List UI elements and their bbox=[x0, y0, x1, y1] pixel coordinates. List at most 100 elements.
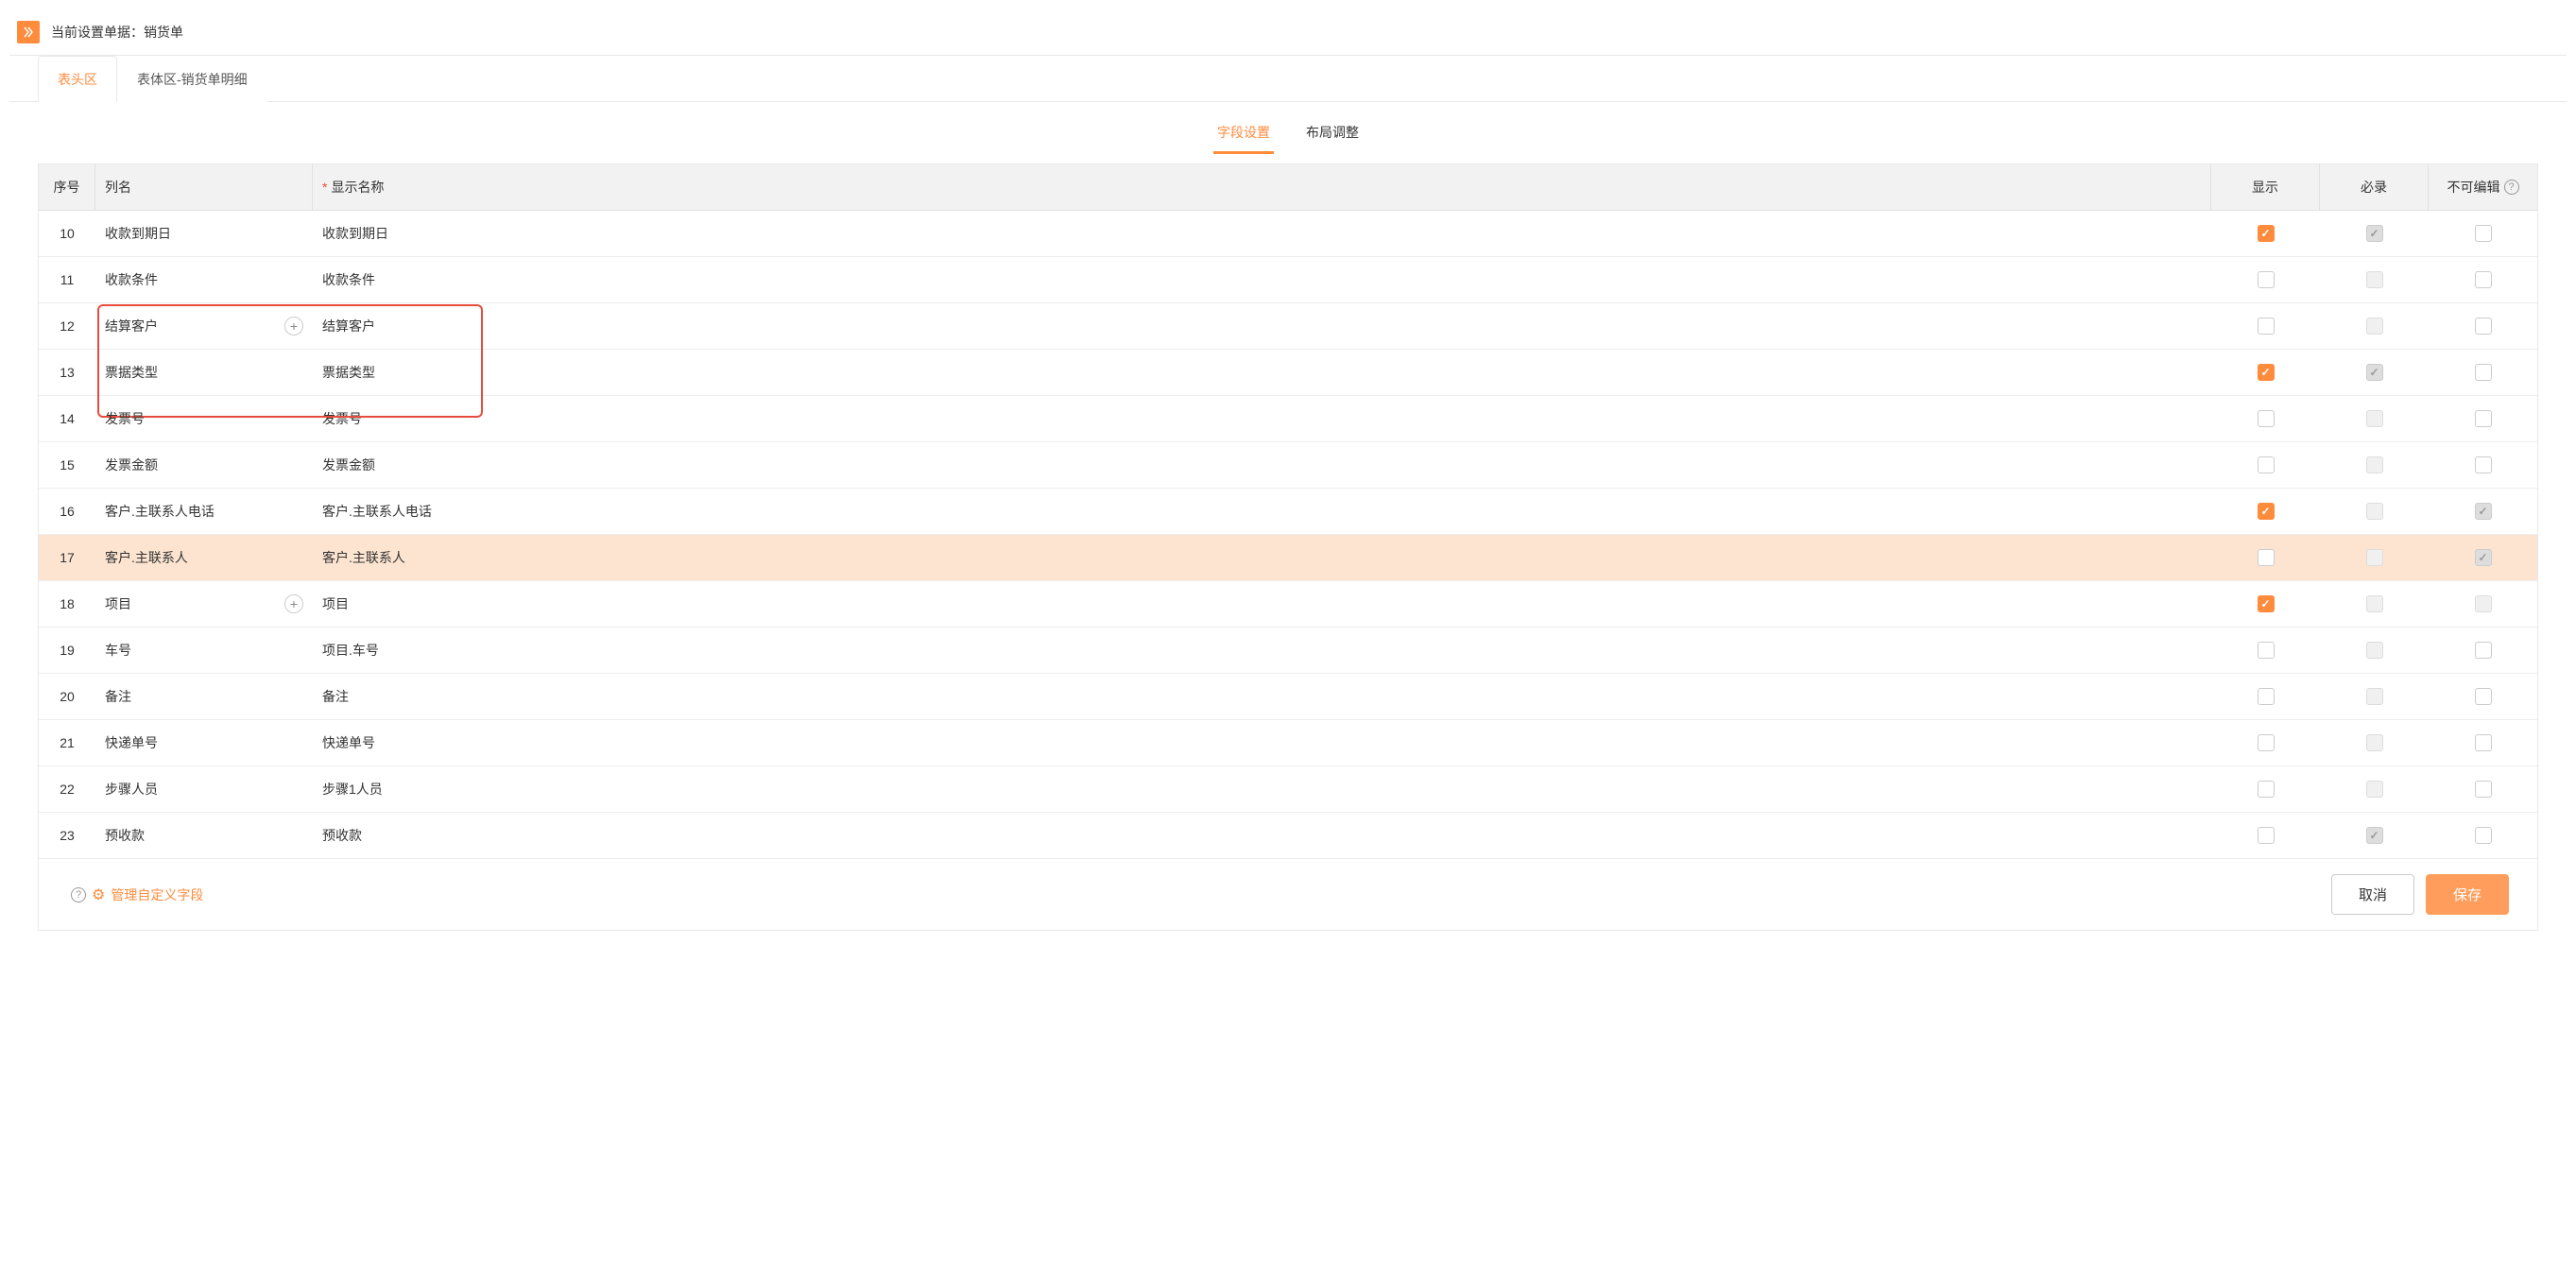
checkbox-required bbox=[2366, 271, 2383, 288]
checkbox-show[interactable] bbox=[2258, 271, 2275, 288]
checkbox-noedit[interactable] bbox=[2475, 827, 2492, 844]
cell-display-name[interactable]: 预收款 bbox=[313, 813, 2211, 858]
checkbox-required bbox=[2366, 781, 2383, 798]
checkbox-noedit bbox=[2475, 595, 2492, 612]
field-table: 序号 列名 * 显示名称 显示 必录 不可编辑 ? 10收款到期日收款到期日11… bbox=[38, 163, 2538, 859]
footer-right: 取消 保存 bbox=[2331, 874, 2509, 915]
cell-seq: 23 bbox=[39, 813, 95, 858]
checkbox-noedit[interactable] bbox=[2475, 410, 2492, 427]
cell-name: 发票号 bbox=[95, 396, 313, 441]
checkbox-show[interactable] bbox=[2258, 688, 2275, 705]
checkbox-required bbox=[2366, 688, 2383, 705]
checkbox-required bbox=[2366, 734, 2383, 751]
save-button[interactable]: 保存 bbox=[2426, 874, 2509, 915]
checkbox-show[interactable] bbox=[2258, 225, 2275, 242]
gear-icon: ⚙ bbox=[92, 885, 105, 904]
checkbox-noedit[interactable] bbox=[2475, 225, 2492, 242]
header-bar: 当前设置单据：销货单 bbox=[9, 9, 2567, 56]
help-icon[interactable]: ? bbox=[71, 887, 86, 902]
checkbox-show[interactable] bbox=[2258, 781, 2275, 798]
checkbox-noedit[interactable] bbox=[2475, 364, 2492, 381]
tab-1[interactable]: 表体区-销货单明细 bbox=[117, 56, 267, 102]
main-tabs: 表头区表体区-销货单明细 bbox=[9, 55, 2567, 102]
cell-seq: 11 bbox=[39, 257, 95, 302]
cell-seq: 13 bbox=[39, 350, 95, 395]
plus-icon[interactable]: + bbox=[284, 594, 303, 613]
checkbox-noedit[interactable] bbox=[2475, 642, 2492, 659]
checkbox-required bbox=[2366, 642, 2383, 659]
cancel-button[interactable]: 取消 bbox=[2331, 874, 2414, 915]
table-row: 17客户.主联系人客户.主联系人 bbox=[39, 535, 2537, 581]
checkbox-show[interactable] bbox=[2258, 827, 2275, 844]
checkbox-show[interactable] bbox=[2258, 503, 2275, 520]
cell-noedit bbox=[2429, 211, 2537, 256]
cell-display-name[interactable]: 快递单号 bbox=[313, 720, 2211, 765]
col-header-noedit-label: 不可编辑 bbox=[2447, 178, 2500, 197]
checkbox-show[interactable] bbox=[2258, 549, 2275, 566]
plus-icon[interactable]: + bbox=[284, 317, 303, 335]
cell-name: 票据类型 bbox=[95, 350, 313, 395]
checkbox-noedit[interactable] bbox=[2475, 688, 2492, 705]
cell-required bbox=[2320, 350, 2429, 395]
cell-show bbox=[2211, 396, 2320, 441]
col-header-seq: 序号 bbox=[39, 164, 95, 210]
cell-display-name[interactable]: 项目 bbox=[313, 581, 2211, 627]
cell-display-name[interactable]: 票据类型 bbox=[313, 350, 2211, 395]
table-row: 11收款条件收款条件 bbox=[39, 257, 2537, 303]
tab-0[interactable]: 表头区 bbox=[38, 56, 117, 102]
cell-display-name[interactable]: 发票金额 bbox=[313, 442, 2211, 488]
sub-tabs: 字段设置布局调整 bbox=[9, 102, 2567, 154]
cell-name: 收款到期日 bbox=[95, 211, 313, 256]
sub-tab-0[interactable]: 字段设置 bbox=[1213, 117, 1274, 154]
checkbox-noedit[interactable] bbox=[2475, 456, 2492, 473]
cell-seq: 17 bbox=[39, 535, 95, 580]
checkbox-noedit[interactable] bbox=[2475, 271, 2492, 288]
checkbox-show[interactable] bbox=[2258, 318, 2275, 335]
checkbox-noedit[interactable] bbox=[2475, 318, 2492, 335]
cell-display-name[interactable]: 收款到期日 bbox=[313, 211, 2211, 256]
checkbox-show[interactable] bbox=[2258, 642, 2275, 659]
cell-display-name[interactable]: 项目.车号 bbox=[313, 627, 2211, 673]
footer-bar: ? ⚙ 管理自定义字段 取消 保存 bbox=[38, 859, 2538, 931]
collapse-button[interactable] bbox=[17, 21, 40, 43]
col-header-display-label: 显示名称 bbox=[331, 178, 384, 197]
cell-name: 预收款 bbox=[95, 813, 313, 858]
cell-show bbox=[2211, 350, 2320, 395]
cell-name: 收款条件 bbox=[95, 257, 313, 302]
checkbox-show[interactable] bbox=[2258, 456, 2275, 473]
table-row: 10收款到期日收款到期日 bbox=[39, 211, 2537, 257]
checkbox-required bbox=[2366, 225, 2383, 242]
checkbox-noedit[interactable] bbox=[2475, 734, 2492, 751]
cell-seq: 22 bbox=[39, 766, 95, 812]
cell-show bbox=[2211, 813, 2320, 858]
cell-show bbox=[2211, 257, 2320, 302]
cell-display-name[interactable]: 发票号 bbox=[313, 396, 2211, 441]
cell-display-name[interactable]: 结算客户 bbox=[313, 303, 2211, 349]
cell-display-name[interactable]: 客户.主联系人 bbox=[313, 535, 2211, 580]
cell-required bbox=[2320, 535, 2429, 580]
cell-display-name[interactable]: 备注 bbox=[313, 674, 2211, 719]
checkbox-required bbox=[2366, 410, 2383, 427]
cell-display-name[interactable]: 收款条件 bbox=[313, 257, 2211, 302]
col-header-noedit: 不可编辑 ? bbox=[2429, 164, 2537, 210]
cell-seq: 18 bbox=[39, 581, 95, 627]
checkbox-show[interactable] bbox=[2258, 734, 2275, 751]
checkbox-show[interactable] bbox=[2258, 364, 2275, 381]
help-icon[interactable]: ? bbox=[2504, 180, 2519, 195]
manage-custom-fields-link[interactable]: 管理自定义字段 bbox=[111, 885, 203, 904]
sub-tab-1[interactable]: 布局调整 bbox=[1302, 117, 1363, 154]
table-row: 13票据类型票据类型 bbox=[39, 350, 2537, 396]
cell-noedit bbox=[2429, 581, 2537, 627]
cell-display-name[interactable]: 客户.主联系人电话 bbox=[313, 489, 2211, 534]
cell-required bbox=[2320, 442, 2429, 488]
checkbox-noedit[interactable] bbox=[2475, 781, 2492, 798]
cell-show bbox=[2211, 766, 2320, 812]
table-row: 21快递单号快递单号 bbox=[39, 720, 2537, 766]
checkbox-show[interactable] bbox=[2258, 595, 2275, 612]
checkbox-show[interactable] bbox=[2258, 410, 2275, 427]
cell-display-name[interactable]: 步骤1人员 bbox=[313, 766, 2211, 812]
table-body: 10收款到期日收款到期日11收款条件收款条件12结算客户+结算客户13票据类型票… bbox=[39, 211, 2537, 859]
table-row: 14发票号发票号 bbox=[39, 396, 2537, 442]
required-asterisk: * bbox=[322, 180, 327, 195]
table-row: 22步骤人员步骤1人员 bbox=[39, 766, 2537, 813]
